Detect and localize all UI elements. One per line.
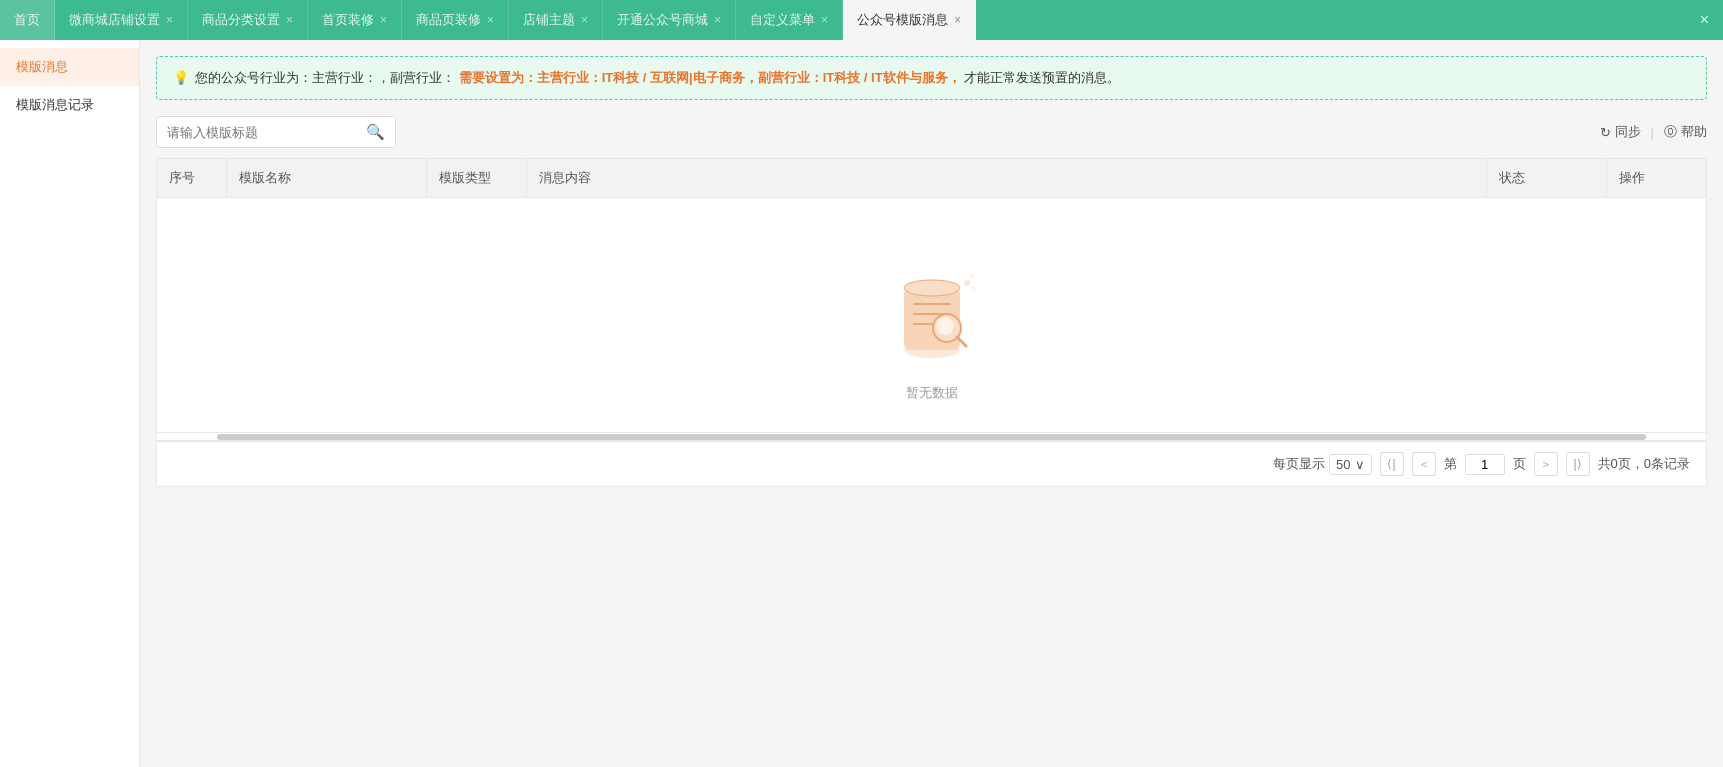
empty-cell: 暂无数据 bbox=[157, 198, 1707, 433]
tab-open-mall-label: 开通公众号商城 bbox=[617, 11, 708, 29]
close-tab-product-page[interactable]: × bbox=[487, 13, 494, 27]
notice-prefix: 您的公众号行业为：主营行业：，副营行业： bbox=[195, 70, 455, 85]
th-seq: 序号 bbox=[157, 159, 227, 198]
sidebar-item-template-record-label: 模版消息记录 bbox=[16, 97, 94, 112]
th-type: 模版类型 bbox=[427, 159, 527, 198]
per-page-label: 每页显示 bbox=[1273, 455, 1325, 473]
th-action-label: 操作 bbox=[1619, 170, 1645, 185]
notice-suffix: 才能正常发送预置的消息。 bbox=[964, 70, 1120, 85]
page-label: 页 bbox=[1513, 455, 1526, 473]
divider: | bbox=[1651, 125, 1654, 140]
th-name-label: 模版名称 bbox=[239, 170, 291, 185]
sync-label: 同步 bbox=[1615, 123, 1641, 141]
first-page-button[interactable]: ⟨| bbox=[1380, 452, 1404, 476]
close-tab-shop-theme[interactable]: × bbox=[581, 13, 588, 27]
pagination: 每页显示 50 ∨ ⟨| ＜ 第 页 ＞ |⟩ 共0页，0条记录 bbox=[156, 441, 1707, 487]
next-page-icon: ＞ bbox=[1540, 456, 1552, 473]
table-header-row: 序号 模版名称 模版类型 消息内容 状态 操作 bbox=[157, 159, 1707, 198]
notice-banner: 💡 您的公众号行业为：主营行业：，副营行业： 需要设置为：主营行业：IT科技 /… bbox=[156, 56, 1707, 100]
empty-row: 暂无数据 bbox=[157, 198, 1707, 433]
search-button[interactable]: 🔍 bbox=[356, 117, 395, 147]
close-all-button[interactable]: × bbox=[1686, 11, 1723, 29]
empty-state: 暂无数据 bbox=[157, 198, 1706, 432]
total-label: 共0页，0条记录 bbox=[1598, 455, 1690, 473]
toolbar-right: ↻ 同步 | ⓪ 帮助 bbox=[1600, 123, 1707, 141]
th-action: 操作 bbox=[1607, 159, 1707, 198]
tab-home-label: 首页 bbox=[14, 11, 40, 29]
help-button[interactable]: ⓪ 帮助 bbox=[1664, 123, 1707, 141]
scrollbar-track bbox=[217, 434, 1646, 440]
empty-illustration bbox=[882, 258, 982, 368]
tab-micro-shop[interactable]: 微商城店铺设置 × bbox=[55, 0, 188, 40]
dropdown-arrow-icon: ∨ bbox=[1355, 457, 1365, 472]
tab-shop-theme-label: 店铺主题 bbox=[523, 11, 575, 29]
scrollbar-area[interactable] bbox=[156, 433, 1707, 441]
help-label: 帮助 bbox=[1681, 123, 1707, 141]
tab-home-decor-label: 首页装修 bbox=[322, 11, 374, 29]
th-type-label: 模版类型 bbox=[439, 170, 491, 185]
tab-custom-menu[interactable]: 自定义菜单 × bbox=[736, 0, 843, 40]
tab-open-mall[interactable]: 开通公众号商城 × bbox=[603, 0, 736, 40]
main-layout: 模版消息 模版消息记录 💡 您的公众号行业为：主营行业：，副营行业： 需要设置为… bbox=[0, 40, 1723, 767]
sidebar-item-template-msg[interactable]: 模版消息 bbox=[0, 48, 139, 86]
tab-product-category-label: 商品分类设置 bbox=[202, 11, 280, 29]
svg-point-12 bbox=[972, 287, 975, 290]
refresh-icon: ↻ bbox=[1600, 125, 1611, 140]
top-nav: 首页 微商城店铺设置 × 商品分类设置 × 首页装修 × 商品页装修 × 店铺主… bbox=[0, 0, 1723, 40]
th-content-label: 消息内容 bbox=[539, 170, 591, 185]
page-input[interactable] bbox=[1465, 454, 1505, 475]
page-size-select: 每页显示 50 ∨ bbox=[1273, 454, 1371, 475]
sidebar-item-template-msg-label: 模版消息 bbox=[16, 59, 68, 74]
notice-highlight: 需要设置为：主营行业：IT科技 / 互联网|电子商务，副营行业：IT科技 / I… bbox=[459, 70, 961, 85]
search-icon: 🔍 bbox=[366, 123, 385, 140]
tab-micro-shop-label: 微商城店铺设置 bbox=[69, 11, 160, 29]
sidebar: 模版消息 模版消息记录 bbox=[0, 40, 140, 767]
close-tab-open-mall[interactable]: × bbox=[714, 13, 721, 27]
prev-page-button[interactable]: ＜ bbox=[1412, 452, 1436, 476]
per-page-value: 50 bbox=[1336, 457, 1350, 472]
svg-point-8 bbox=[936, 317, 954, 335]
last-page-button[interactable]: |⟩ bbox=[1566, 452, 1590, 476]
sync-button[interactable]: ↻ 同步 bbox=[1600, 123, 1641, 141]
page-di-label: 第 bbox=[1444, 455, 1457, 473]
tab-shop-theme[interactable]: 店铺主题 × bbox=[509, 0, 603, 40]
th-status: 状态 bbox=[1487, 159, 1607, 198]
tab-product-page[interactable]: 商品页装修 × bbox=[402, 0, 509, 40]
close-tab-micro-shop[interactable]: × bbox=[166, 13, 173, 27]
tab-template-msg[interactable]: 公众号模版消息 × bbox=[843, 0, 976, 40]
tab-template-msg-label: 公众号模版消息 bbox=[857, 11, 948, 29]
empty-scroll-svg bbox=[882, 258, 982, 368]
prev-page-icon: ＜ bbox=[1418, 456, 1430, 473]
tab-custom-menu-label: 自定义菜单 bbox=[750, 11, 815, 29]
empty-text: 暂无数据 bbox=[157, 384, 1706, 402]
per-page-dropdown[interactable]: 50 ∨ bbox=[1329, 454, 1371, 475]
last-page-icon: |⟩ bbox=[1573, 457, 1581, 471]
tab-product-category[interactable]: 商品分类设置 × bbox=[188, 0, 308, 40]
svg-point-10 bbox=[964, 280, 970, 286]
tab-product-page-label: 商品页装修 bbox=[416, 11, 481, 29]
search-input[interactable] bbox=[157, 119, 356, 146]
first-page-icon: ⟨| bbox=[1387, 457, 1395, 471]
help-circle-icon: ⓪ bbox=[1664, 123, 1677, 141]
th-status-label: 状态 bbox=[1499, 170, 1525, 185]
close-tab-template-msg[interactable]: × bbox=[954, 13, 961, 27]
notice-text: 您的公众号行业为：主营行业：，副营行业： 需要设置为：主营行业：IT科技 / 互… bbox=[195, 69, 1120, 87]
th-seq-label: 序号 bbox=[169, 170, 195, 185]
close-tab-home-decor[interactable]: × bbox=[380, 13, 387, 27]
content-area: 💡 您的公众号行业为：主营行业：，副营行业： 需要设置为：主营行业：IT科技 /… bbox=[140, 40, 1723, 767]
notice-icon: 💡 bbox=[173, 70, 189, 85]
th-name: 模版名称 bbox=[227, 159, 427, 198]
close-tab-custom-menu[interactable]: × bbox=[821, 13, 828, 27]
tab-home-decor[interactable]: 首页装修 × bbox=[308, 0, 402, 40]
next-page-button[interactable]: ＞ bbox=[1534, 452, 1558, 476]
close-tab-product-category[interactable]: × bbox=[286, 13, 293, 27]
data-table: 序号 模版名称 模版类型 消息内容 状态 操作 bbox=[156, 158, 1707, 433]
search-input-wrap: 🔍 bbox=[156, 116, 396, 148]
search-bar: 🔍 ↻ 同步 | ⓪ 帮助 bbox=[156, 116, 1707, 148]
sidebar-item-template-record[interactable]: 模版消息记录 bbox=[0, 86, 139, 124]
th-content: 消息内容 bbox=[527, 159, 1487, 198]
tab-home[interactable]: 首页 bbox=[0, 0, 55, 40]
svg-point-11 bbox=[970, 274, 974, 278]
